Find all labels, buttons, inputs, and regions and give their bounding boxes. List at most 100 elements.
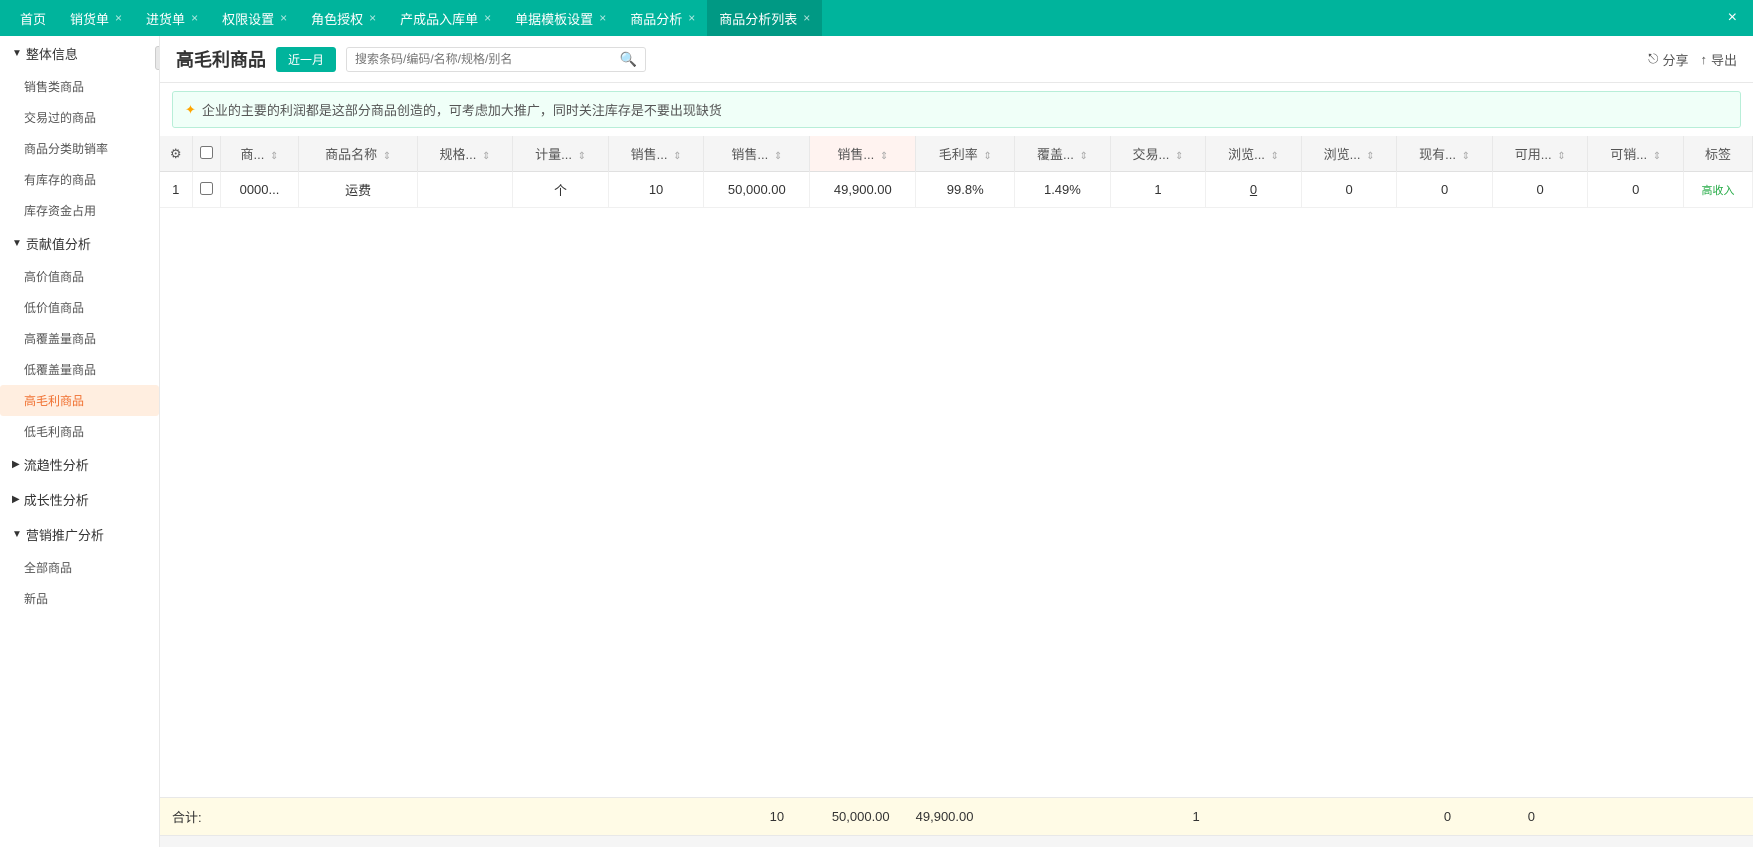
nav-item-analysis-list[interactable]: 商品分析列表 ×	[707, 0, 822, 36]
sidebar-item-traded-goods[interactable]: 交易过的商品	[0, 102, 159, 133]
cell-views1[interactable]: 0	[1206, 172, 1302, 208]
sidebar-section-marketing[interactable]: ▼ 营销推广分析	[0, 517, 159, 552]
close-window-button[interactable]: ×	[1720, 9, 1745, 27]
search-icon[interactable]: 🔍	[620, 51, 637, 68]
col-views1[interactable]: 浏览... ⇕	[1206, 136, 1302, 172]
share-icon: ⎋	[1648, 51, 1658, 67]
col-code[interactable]: 商... ⇕	[220, 136, 299, 172]
sidebar-item-category-rate[interactable]: 商品分类助销率	[0, 133, 159, 164]
sort-icon-margin: ⇕	[983, 151, 991, 162]
close-analysis-list-tab[interactable]: ×	[803, 11, 810, 25]
col-margin[interactable]: 毛利率 ⇕	[916, 136, 1015, 172]
sidebar-section-growth[interactable]: ▶ 成长性分析	[0, 482, 159, 517]
col-saleable[interactable]: 可销... ⇕	[1588, 136, 1684, 172]
close-purchase-tab[interactable]: ×	[191, 11, 198, 25]
sidebar-item-high-coverage[interactable]: 高覆盖量商品	[0, 323, 159, 354]
nav-item-sales[interactable]: 销货单 ×	[58, 0, 134, 36]
col-name[interactable]: 商品名称 ⇕	[299, 136, 417, 172]
close-produce-tab[interactable]: ×	[484, 11, 491, 25]
col-sales-amt[interactable]: 销售... ⇕	[704, 136, 810, 172]
arrow-marketing: ▼	[12, 529, 22, 540]
sidebar-item-new-goods[interactable]: 新品	[0, 583, 159, 614]
row-checkbox[interactable]	[200, 182, 213, 195]
content-header: 高毛利商品 近一月 🔍 ⎋ 分享 ↑ 导出	[160, 36, 1753, 83]
sidebar-section-overall[interactable]: ▼ 整体信息	[0, 36, 159, 71]
sort-icon-coverage: ⇕	[1079, 151, 1087, 162]
search-input[interactable]	[355, 52, 620, 66]
nav-item-produce[interactable]: 产成品入库单 ×	[388, 0, 503, 36]
cell-sales-qty: 10	[608, 172, 704, 208]
sort-icon-views2: ⇕	[1366, 151, 1374, 162]
sidebar-item-sales-goods[interactable]: 销售类商品	[0, 71, 159, 102]
col-stock[interactable]: 现有... ⇕	[1397, 136, 1493, 172]
info-banner: ✦ 企业的主要的利润都是这部分商品创造的，可考虑加大推广，同时关注库存是不要出现…	[172, 91, 1741, 128]
sidebar-item-low-coverage[interactable]: 低覆盖量商品	[0, 354, 159, 385]
tag-high-income: 高收入	[1701, 185, 1734, 197]
sort-icon-unit: ⇕	[578, 151, 586, 162]
close-analysis-tab[interactable]: ×	[688, 11, 695, 25]
cell-tag: 高收入	[1683, 172, 1752, 208]
views1-link[interactable]: 0	[1250, 182, 1257, 197]
sidebar-section-trend[interactable]: ▶ 流趋性分析	[0, 447, 159, 482]
footer-total: 合计: 10 50,000.00 49,900.00 1 0 0	[160, 797, 1753, 835]
arrow-overall: ▼	[12, 48, 22, 59]
share-button[interactable]: ⎋ 分享	[1648, 50, 1688, 69]
sort-icon-tx: ⇕	[1175, 151, 1183, 162]
sort-icon-sales-cost: ⇕	[880, 151, 888, 162]
col-available[interactable]: 可用... ⇕	[1492, 136, 1588, 172]
sort-icon-stock: ⇕	[1462, 151, 1470, 162]
table-row: 1 0000... 运费 个 10 50,000.00 49,900.00 99…	[160, 172, 1753, 208]
sidebar-section-contribution[interactable]: ▼ 贡献值分析	[0, 226, 159, 261]
col-coverage[interactable]: 覆盖... ⇕	[1015, 136, 1111, 172]
info-icon: ✦	[185, 102, 196, 118]
col-spec[interactable]: 规格... ⇕	[417, 136, 513, 172]
sidebar-item-high-value[interactable]: 高价值商品	[0, 261, 159, 292]
sort-icon-sales-amt: ⇕	[774, 151, 782, 162]
cell-checkbox[interactable]	[192, 172, 220, 208]
close-role-tab[interactable]: ×	[369, 11, 376, 25]
filter-recent-month-button[interactable]: 近一月	[276, 47, 336, 72]
export-button[interactable]: ↑ 导出	[1700, 50, 1737, 69]
cell-index: 1	[160, 172, 192, 208]
col-views2[interactable]: 浏览... ⇕	[1301, 136, 1397, 172]
cell-margin: 99.8%	[916, 172, 1015, 208]
nav-item-template[interactable]: 单据模板设置 ×	[503, 0, 618, 36]
footer-sales-amt: 50,000.00	[819, 809, 903, 824]
sidebar: « ▼ 整体信息 销售类商品 交易过的商品 商品分类助销率 有库存的商品 库存资…	[0, 36, 160, 847]
sidebar-item-all-goods[interactable]: 全部商品	[0, 552, 159, 583]
nav-item-purchase[interactable]: 进货单 ×	[134, 0, 210, 36]
footer-tx-count: 1	[1154, 809, 1238, 824]
col-sales-cost[interactable]: 销售... ⇕	[810, 136, 916, 172]
arrow-contribution: ▼	[12, 238, 22, 249]
nav-item-permission[interactable]: 权限设置 ×	[210, 0, 299, 36]
nav-item-analysis[interactable]: 商品分析 ×	[618, 0, 707, 36]
footer-label: 合计:	[172, 807, 232, 826]
col-sales-qty[interactable]: 销售... ⇕	[608, 136, 704, 172]
cell-available: 0	[1492, 172, 1588, 208]
nav-item-role[interactable]: 角色授权 ×	[299, 0, 388, 36]
footer-empty9	[1657, 809, 1741, 824]
select-all-checkbox[interactable]	[200, 146, 213, 159]
sidebar-item-stock-funds[interactable]: 库存资金占用	[0, 195, 159, 226]
sidebar-item-high-margin[interactable]: 高毛利商品	[0, 385, 159, 416]
sidebar-item-low-value[interactable]: 低价值商品	[0, 292, 159, 323]
col-tag[interactable]: 标签	[1683, 136, 1752, 172]
col-unit[interactable]: 计量... ⇕	[513, 136, 609, 172]
close-sales-tab[interactable]: ×	[115, 11, 122, 25]
sidebar-collapse-button[interactable]: «	[155, 46, 160, 70]
data-table: ⚙ 商... ⇕ 商品名称 ⇕	[160, 136, 1753, 208]
close-template-tab[interactable]: ×	[599, 11, 606, 25]
col-checkbox[interactable]	[192, 136, 220, 172]
col-tx-count[interactable]: 交易... ⇕	[1110, 136, 1206, 172]
sidebar-item-stock-goods[interactable]: 有库存的商品	[0, 164, 159, 195]
col-settings[interactable]: ⚙	[160, 136, 192, 172]
close-permission-tab[interactable]: ×	[280, 11, 287, 25]
horizontal-scrollbar[interactable]	[160, 835, 1753, 847]
cell-tx-count: 1	[1110, 172, 1206, 208]
sidebar-item-low-margin[interactable]: 低毛利商品	[0, 416, 159, 447]
cell-sales-cost: 49,900.00	[810, 172, 916, 208]
footer-empty6	[1238, 809, 1322, 824]
nav-item-home[interactable]: 首页	[8, 0, 58, 36]
cell-coverage: 1.49%	[1015, 172, 1111, 208]
cell-name: 运费	[299, 172, 417, 208]
